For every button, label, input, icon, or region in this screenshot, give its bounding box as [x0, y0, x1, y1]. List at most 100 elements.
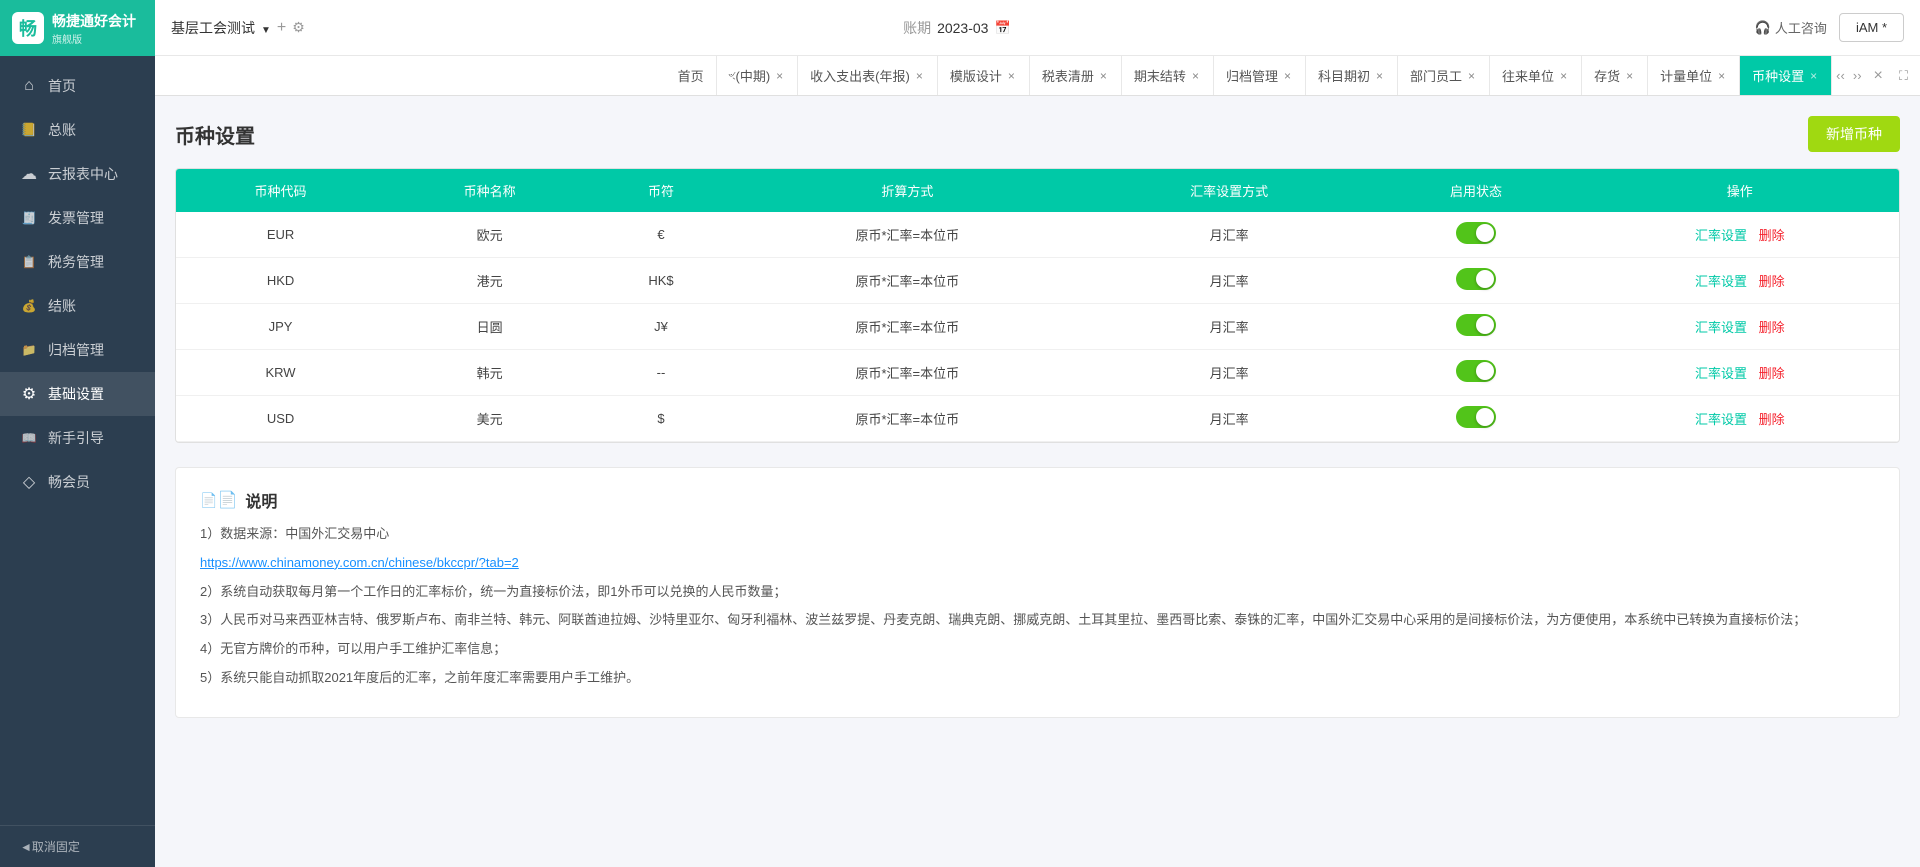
delete-link[interactable]: 删除 [1759, 228, 1785, 243]
tab-close-all[interactable]: × [1866, 67, 1891, 85]
logo-name: 畅捷通好会计 [52, 11, 136, 31]
sidebar-item-home[interactable]: 首页 [0, 64, 155, 108]
page-header: 币种设置 新增币种 [175, 116, 1900, 152]
tab-close-icon[interactable]: × [1190, 69, 1201, 83]
tab-income[interactable]: 收入支出表(年报) × [798, 56, 938, 96]
note-item: 3）人民币对马来西亚林吉特、俄罗斯卢布、南非兰特、韩元、阿联酋迪拉姆、沙特里亚尔… [200, 610, 1875, 631]
ledger-icon [20, 121, 38, 139]
cell-enabled [1371, 212, 1580, 258]
tab-partner[interactable]: 往来单位× [1490, 56, 1582, 96]
tab-dept[interactable]: 部门员工 × [1398, 56, 1490, 96]
sidebar-item-ledger[interactable]: 总账 [0, 108, 155, 152]
tab-label: 存货 [1594, 66, 1620, 85]
tab-inventory[interactable]: 存货 × [1582, 56, 1648, 96]
tab-nav-prev[interactable]: ‹ [1832, 68, 1849, 83]
cell-rate-method: 月汇率 [1087, 396, 1372, 442]
settings-icon[interactable] [292, 19, 305, 36]
rate-settings-link[interactable]: 汇率设置 [1695, 274, 1747, 289]
tab-close-icon[interactable]: × [1716, 69, 1727, 83]
tabbar: 首页ৼ(中期)×收入支出表(年报)×模版设计×税表清册×期末结转×归档管理×科目… [155, 56, 1920, 96]
sidebar-item-archive[interactable]: 归档管理 [0, 328, 155, 372]
rate-settings-link[interactable]: 汇率设置 [1695, 228, 1747, 243]
sidebar-item-member[interactable]: 畅会员 [0, 460, 155, 504]
main-area: 基层工会测试 账期 2023-03 人工咨询 iAM * 首页ৼ(中期)×收入支… [155, 0, 1920, 867]
tab-close-icon[interactable]: × [1374, 69, 1385, 83]
cell-symbol: J¥ [594, 304, 728, 350]
tab-label: 计量单位 [1660, 66, 1712, 85]
toggle-thumb [1476, 270, 1494, 288]
tab-close-icon[interactable]: × [774, 69, 785, 83]
enabled-toggle[interactable] [1456, 360, 1496, 382]
dropdown-icon[interactable] [261, 20, 271, 36]
table-row: JPY 日圆 J¥ 原币*汇率=本位币 月汇率 汇率设置 删除 [176, 304, 1899, 350]
period-label: 账期 [903, 18, 931, 38]
note-item: 4）无官方牌价的币种，可以用户手工维护汇率信息； [200, 639, 1875, 660]
table-header-cell: 币种代码 [176, 169, 385, 212]
add-icon[interactable] [277, 19, 286, 37]
tab-currency[interactable]: 币种设置× [1740, 56, 1832, 96]
tab-archive[interactable]: 归档管理 × [1214, 56, 1306, 96]
tab-nav-next[interactable]: › [1849, 68, 1866, 83]
note-icon: 📄 [200, 490, 237, 510]
delete-link[interactable]: 删除 [1759, 412, 1785, 427]
tab-close-icon[interactable]: × [1624, 69, 1635, 83]
sidebar-item-label: 新手引导 [48, 428, 104, 448]
tab-close-icon[interactable]: × [1808, 69, 1819, 83]
note-item: 5）系统只能自动抓取2021年度后的汇率，之前年度汇率需要用户手工维护。 [200, 668, 1875, 689]
tab-close-icon[interactable]: × [1558, 69, 1569, 83]
sidebar-item-tax[interactable]: 税务管理 [0, 240, 155, 284]
home-icon [20, 77, 38, 95]
table-header-cell: 启用状态 [1371, 169, 1580, 212]
rate-settings-link[interactable]: 汇率设置 [1695, 412, 1747, 427]
cell-rate-method: 月汇率 [1087, 212, 1372, 258]
note-link[interactable]: https://www.chinamoney.com.cn/chinese/bk… [200, 555, 519, 570]
toggle-track [1456, 406, 1496, 428]
tab-subject[interactable]: 科目期初× [1306, 56, 1398, 96]
tab-expand[interactable]: ⛶ [1891, 68, 1916, 84]
tab-label: 收入支出表(年报) [810, 66, 910, 85]
cell-rate-method: 月汇率 [1087, 304, 1372, 350]
sidebar-item-settings[interactable]: 基础设置 [0, 372, 155, 416]
cell-name: 韩元 [385, 350, 594, 396]
sidebar-item-guide[interactable]: 新手引导 [0, 416, 155, 460]
toggle-thumb [1476, 316, 1494, 334]
table-body: EUR 欧元 € 原币*汇率=本位币 月汇率 汇率设置 删除 HKD 港元 HK… [176, 212, 1899, 442]
tab-close-icon[interactable]: × [1098, 69, 1109, 83]
rate-settings-link[interactable]: 汇率设置 [1695, 320, 1747, 335]
delete-link[interactable]: 删除 [1759, 274, 1785, 289]
tab-close-icon[interactable]: × [914, 69, 925, 83]
table-header-cell: 币种名称 [385, 169, 594, 212]
cell-name: 欧元 [385, 212, 594, 258]
tab-template[interactable]: 模版设计× [938, 56, 1030, 96]
user-badge-btn[interactable]: iAM * [1839, 13, 1904, 42]
sidebar-item-cloud[interactable]: 云报表中心 [0, 152, 155, 196]
sidebar-pin-toggle[interactable]: ◄取消固定 [0, 825, 155, 867]
tab-home[interactable]: 首页 [666, 56, 717, 96]
cell-symbol: -- [594, 350, 728, 396]
tab-balance[interactable]: ৼ(中期)× [717, 56, 799, 96]
add-currency-button[interactable]: 新增币种 [1808, 116, 1900, 152]
tab-label: 归档管理 [1226, 66, 1278, 85]
rate-settings-link[interactable]: 汇率设置 [1695, 366, 1747, 381]
sidebar-item-invoice[interactable]: 发票管理 [0, 196, 155, 240]
delete-link[interactable]: 删除 [1759, 320, 1785, 335]
tab-unit[interactable]: 计量单位 × [1648, 56, 1740, 96]
delete-link[interactable]: 删除 [1759, 366, 1785, 381]
topbar-period: 账期 2023-03 [903, 18, 1011, 38]
enabled-toggle[interactable] [1456, 268, 1496, 290]
expand-icon: ⛶ [1899, 68, 1908, 83]
tab-close-icon[interactable]: × [1466, 69, 1477, 83]
calendar-icon[interactable] [994, 19, 1010, 36]
tab-label: 部门员工 [1410, 66, 1462, 85]
sidebar-item-settle[interactable]: 结账 [0, 284, 155, 328]
enabled-toggle[interactable] [1456, 222, 1496, 244]
tab-close-icon[interactable]: × [1282, 69, 1293, 83]
tab-close-icon[interactable]: × [1006, 69, 1017, 83]
cell-name: 日圆 [385, 304, 594, 350]
tab-tax[interactable]: 税表清册× [1030, 56, 1122, 96]
cell-rate-method: 月汇率 [1087, 350, 1372, 396]
topbar-help[interactable]: 人工咨询 [1755, 18, 1827, 37]
enabled-toggle[interactable] [1456, 314, 1496, 336]
tab-period_end[interactable]: 期末结转× [1122, 56, 1214, 96]
enabled-toggle[interactable] [1456, 406, 1496, 428]
